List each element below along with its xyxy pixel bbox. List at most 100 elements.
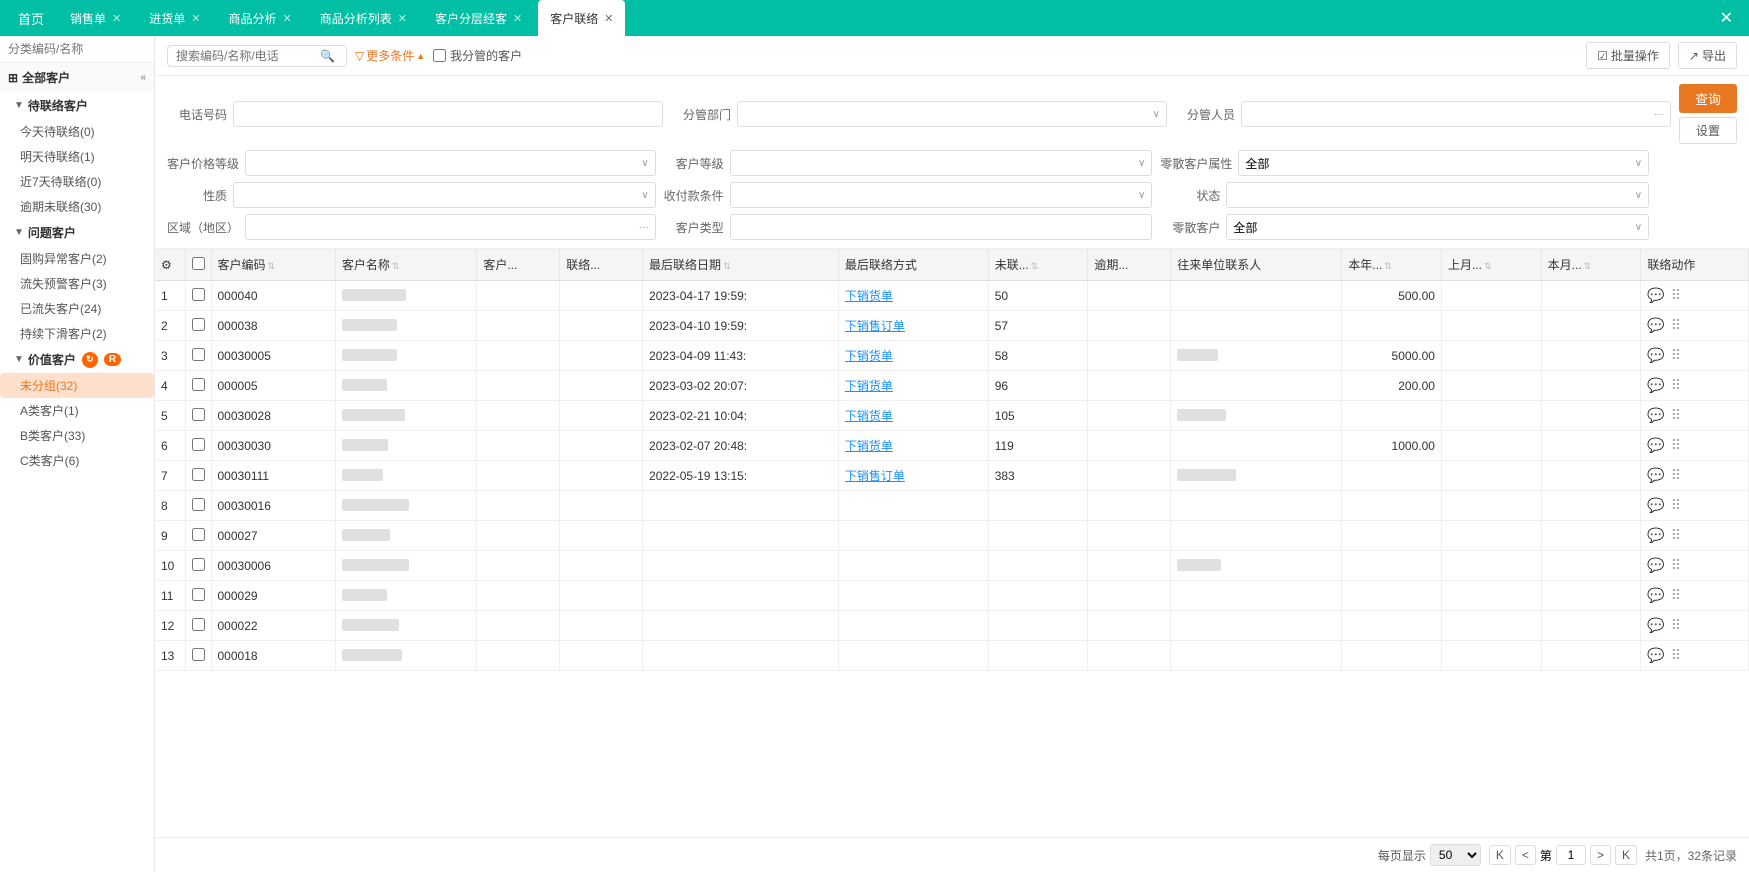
- row-checkbox-11[interactable]: [192, 618, 205, 631]
- close-customer-contact-icon[interactable]: ✕: [604, 12, 613, 25]
- action-more-icon-0[interactable]: ⠿: [1671, 287, 1681, 304]
- sidebar-item-declining[interactable]: 持续下滑客户(2): [0, 321, 154, 346]
- close-product-analysis-icon[interactable]: ✕: [283, 12, 292, 25]
- row-check-12[interactable]: [185, 641, 211, 671]
- prev-page-button[interactable]: <: [1515, 845, 1536, 865]
- row-last-method-0[interactable]: 下销货单: [838, 281, 988, 311]
- row-checkbox-9[interactable]: [192, 558, 205, 571]
- row-last-method-5[interactable]: 下销货单: [838, 431, 988, 461]
- retail-attr-input[interactable]: 全部 ∨: [1238, 150, 1649, 176]
- action-message-icon-0[interactable]: 💬: [1647, 287, 1664, 304]
- nature-input[interactable]: ∨: [233, 182, 656, 208]
- row-checkbox-3[interactable]: [192, 378, 205, 391]
- sidebar-item-overdue[interactable]: 逾期未联络(30): [0, 194, 154, 219]
- sidebar-group-value[interactable]: ▼ 价值客户 ↻ R: [0, 346, 154, 373]
- action-message-icon-6[interactable]: 💬: [1647, 467, 1664, 484]
- tab-customer-contact[interactable]: 客户联络 ✕: [538, 0, 625, 36]
- sidebar-item-churn-risk[interactable]: 流失预警客户(3): [0, 271, 154, 296]
- staff-input[interactable]: ···: [1241, 101, 1671, 127]
- sidebar-item-today[interactable]: 今天待联络(0): [0, 119, 154, 144]
- close-purchase-icon[interactable]: ✕: [191, 12, 200, 25]
- action-message-icon-12[interactable]: 💬: [1647, 647, 1664, 664]
- col-this-month[interactable]: 本月...⇅: [1541, 249, 1641, 281]
- select-all-checkbox[interactable]: [192, 257, 205, 270]
- sidebar-collapse-icon[interactable]: «: [140, 72, 146, 83]
- action-message-icon-8[interactable]: 💬: [1647, 527, 1664, 544]
- action-more-icon-1[interactable]: ⠿: [1671, 317, 1681, 334]
- action-more-icon-8[interactable]: ⠿: [1671, 527, 1681, 544]
- row-checkbox-6[interactable]: [192, 468, 205, 481]
- action-message-icon-9[interactable]: 💬: [1647, 557, 1664, 574]
- customer-type-input[interactable]: [730, 214, 1153, 240]
- col-code[interactable]: 客户编码⇅: [211, 249, 335, 281]
- row-last-method-1[interactable]: 下销售订单: [838, 311, 988, 341]
- row-last-method-6[interactable]: 下销售订单: [838, 461, 988, 491]
- query-button[interactable]: 查询: [1679, 84, 1737, 113]
- dept-input[interactable]: ∨: [737, 101, 1167, 127]
- row-check-10[interactable]: [185, 581, 211, 611]
- sidebar-item-lost[interactable]: 已流失客户(24): [0, 296, 154, 321]
- search-input[interactable]: [176, 49, 316, 63]
- col-overdue[interactable]: 逾期...: [1088, 249, 1171, 281]
- sidebar-item-ungraded[interactable]: 未分组(32): [0, 373, 154, 398]
- first-page-button[interactable]: K: [1489, 845, 1511, 865]
- value-refresh-icon[interactable]: ↻: [82, 352, 98, 368]
- sidebar-item-week[interactable]: 近7天待联络(0): [0, 169, 154, 194]
- action-message-icon-5[interactable]: 💬: [1647, 437, 1664, 454]
- row-check-7[interactable]: [185, 491, 211, 521]
- staff-more-icon[interactable]: ···: [1654, 109, 1664, 120]
- col-name[interactable]: 客户名称⇅: [335, 249, 476, 281]
- home-tab[interactable]: 首页: [8, 0, 54, 36]
- action-more-icon-12[interactable]: ⠿: [1671, 647, 1681, 664]
- action-message-icon-3[interactable]: 💬: [1647, 377, 1664, 394]
- col-last-contact-date[interactable]: 最后联络日期⇅: [643, 249, 839, 281]
- action-more-icon-7[interactable]: ⠿: [1671, 497, 1681, 514]
- action-more-icon-2[interactable]: ⠿: [1671, 347, 1681, 364]
- action-message-icon-1[interactable]: 💬: [1647, 317, 1664, 334]
- row-checkbox-4[interactable]: [192, 408, 205, 421]
- action-message-icon-10[interactable]: 💬: [1647, 587, 1664, 604]
- action-more-icon-6[interactable]: ⠿: [1671, 467, 1681, 484]
- row-check-4[interactable]: [185, 401, 211, 431]
- row-check-11[interactable]: [185, 611, 211, 641]
- close-customer-segment-icon[interactable]: ✕: [513, 12, 522, 25]
- action-message-icon-7[interactable]: 💬: [1647, 497, 1664, 514]
- row-last-method-2[interactable]: 下销货单: [838, 341, 988, 371]
- sidebar-item-abnormal[interactable]: 固购异常客户(2): [0, 246, 154, 271]
- filter-more-btn[interactable]: ▽ 更多条件 ▲: [355, 47, 425, 64]
- row-last-method-3[interactable]: 下销货单: [838, 371, 988, 401]
- sidebar-search-input[interactable]: [8, 42, 155, 56]
- row-last-method-4[interactable]: 下销货单: [838, 401, 988, 431]
- row-checkbox-7[interactable]: [192, 498, 205, 511]
- row-check-6[interactable]: [185, 461, 211, 491]
- sidebar-item-c-class[interactable]: C类客户(6): [0, 448, 154, 473]
- col-this-year[interactable]: 本年...⇅: [1342, 249, 1442, 281]
- tab-product-analysis-list[interactable]: 商品分析列表 ✕: [308, 0, 419, 36]
- col-partner-contact[interactable]: 往来单位联系人: [1171, 249, 1342, 281]
- sidebar-group-pending[interactable]: ▼ 待联络客户: [0, 92, 154, 119]
- col-not-contacted[interactable]: 未联...⇅: [988, 249, 1088, 281]
- sidebar-item-a-class[interactable]: A类客户(1): [0, 398, 154, 423]
- action-more-icon-9[interactable]: ⠿: [1671, 557, 1681, 574]
- search-icon[interactable]: 🔍: [320, 49, 335, 63]
- price-level-input[interactable]: ∨: [245, 150, 656, 176]
- action-more-icon-10[interactable]: ⠿: [1671, 587, 1681, 604]
- row-checkbox-8[interactable]: [192, 528, 205, 541]
- action-message-icon-4[interactable]: 💬: [1647, 407, 1664, 424]
- row-check-3[interactable]: [185, 371, 211, 401]
- sidebar-item-b-class[interactable]: B类客户(33): [0, 423, 154, 448]
- row-check-0[interactable]: [185, 281, 211, 311]
- per-page-select[interactable]: 50 100 200: [1430, 844, 1481, 866]
- retail-customer-input[interactable]: 全部 ∨: [1226, 214, 1649, 240]
- action-more-icon-3[interactable]: ⠿: [1671, 377, 1681, 394]
- action-message-icon-11[interactable]: 💬: [1647, 617, 1664, 634]
- region-more-icon[interactable]: ···: [639, 222, 649, 233]
- tab-sales[interactable]: 销售单 ✕: [58, 0, 133, 36]
- payment-input[interactable]: ∨: [730, 182, 1153, 208]
- action-more-icon-5[interactable]: ⠿: [1671, 437, 1681, 454]
- action-more-icon-4[interactable]: ⠿: [1671, 407, 1681, 424]
- next-page-button[interactable]: >: [1590, 845, 1611, 865]
- reset-button[interactable]: 设置: [1679, 117, 1737, 144]
- row-checkbox-10[interactable]: [192, 588, 205, 601]
- col-contact[interactable]: 联络...: [560, 249, 643, 281]
